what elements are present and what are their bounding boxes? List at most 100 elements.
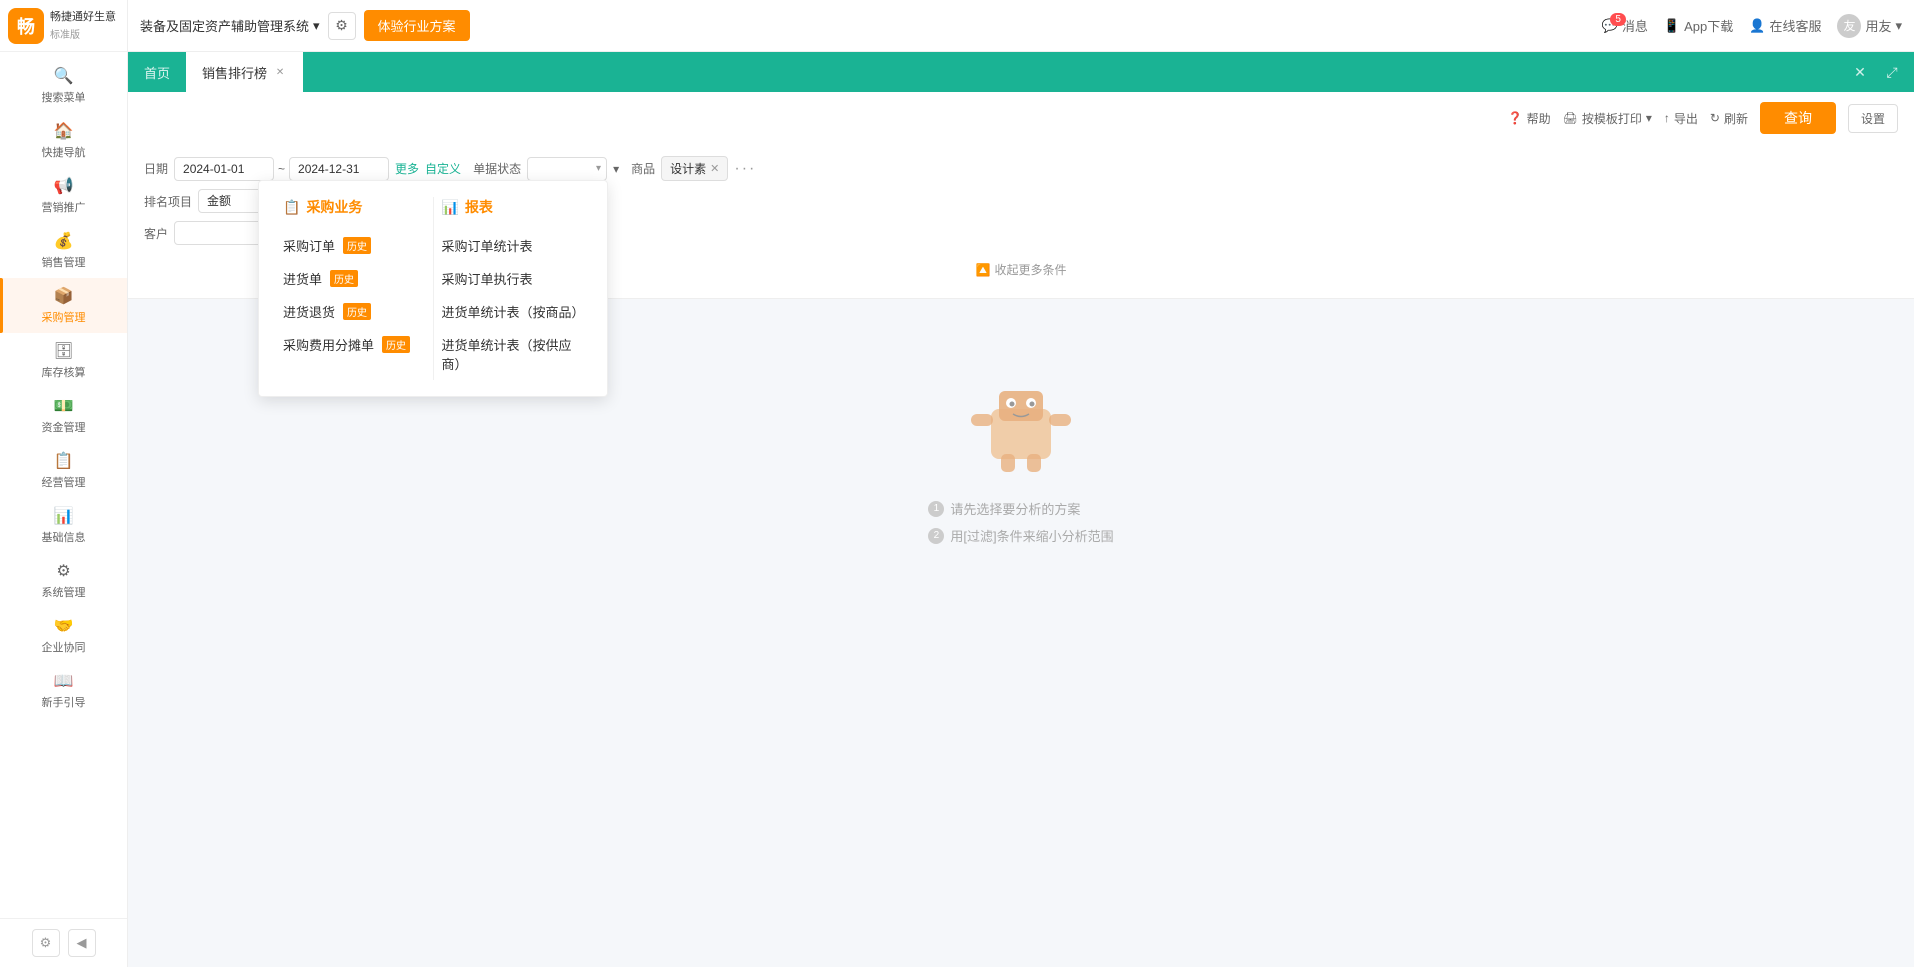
sidebar-settings-btn[interactable]: ⚙	[32, 929, 60, 957]
customer-label: 客户	[144, 225, 168, 242]
help-btn[interactable]: ❓ 帮助	[1508, 106, 1551, 131]
sidebar-item-operation[interactable]: 📋 经营管理	[0, 443, 127, 498]
report-col-title: 📊 报表	[442, 197, 584, 217]
refresh-label: 刷新	[1724, 110, 1748, 127]
purchase-label: 采购管理	[42, 309, 86, 325]
user-label: 用友	[1865, 16, 1891, 35]
search-icon: 🔍	[54, 66, 74, 86]
sidebar-item-marketing[interactable]: 📢 营销推广	[0, 168, 127, 223]
print-label: 按模板打印	[1582, 110, 1642, 127]
system-title: 装备及固定资产辅助管理系统	[140, 16, 309, 35]
tab-close-icon[interactable]: ✕	[273, 65, 287, 79]
sidebar-item-sales[interactable]: 💰 销售管理	[0, 223, 127, 278]
sidebar-item-fund[interactable]: 💵 资金管理	[0, 388, 127, 443]
online-service-btn[interactable]: 👤 在线客服	[1749, 16, 1821, 35]
purchase-col-title: 📋 采购业务	[283, 197, 425, 217]
logo-title: 畅捷通好生意	[50, 10, 116, 25]
sidebar-item-search[interactable]: 🔍 搜索菜单	[0, 58, 127, 113]
message-badge: 5	[1610, 13, 1626, 26]
date-custom-link[interactable]: 自定义	[425, 160, 461, 177]
sidebar: 畅 畅捷通好生意 标准版 🔍 搜索菜单 🏠 快捷导航 📢 营销推广 💰 销售管理…	[0, 0, 128, 967]
empty-tips: 1 请先选择要分析的方案 2 用[过滤]条件来缩小分析范围	[928, 499, 1113, 545]
dropdown-item-return[interactable]: 进货退货 历史	[283, 295, 425, 328]
dropdown-item-report-4[interactable]: 进货单统计表（按供应商）	[442, 328, 584, 380]
dropdown-item-report-1[interactable]: 采购订单统计表	[442, 229, 584, 262]
sidebar-item-guide[interactable]: 📖 新手引导	[0, 663, 127, 718]
return-history: 历史	[343, 303, 371, 320]
topbar: 装备及固定资产辅助管理系统 ▾ ⚙ 体验行业方案 💬 5 消息 📱 App下载 …	[128, 0, 1914, 52]
goods-tag-value: 设计素	[670, 160, 706, 177]
date-filter: 日期 ~ 更多 自定义	[144, 157, 461, 181]
filter-row-1: 日期 ~ 更多 自定义 单据状态	[144, 156, 1898, 181]
content-area: ❓ 帮助 🖨 按模板打印 ▾ ↑ 导出 ↻ 刷新 查询 设置	[128, 92, 1914, 967]
marketing-icon: 📢	[54, 176, 74, 196]
dropdown-item-expense[interactable]: 采购费用分摊单 历史	[283, 328, 425, 361]
corp-label: 企业协同	[42, 639, 86, 655]
order-status-select[interactable]	[527, 157, 607, 181]
order-status-filter: 单据状态 ▾	[473, 157, 619, 181]
return-label: 进货退货	[283, 302, 335, 321]
date-end-input[interactable]	[289, 157, 389, 181]
purchase-dropdown-menu: 📋 采购业务 采购订单 历史 进货单 历史 进货退货 历史 采购费用分摊单	[258, 180, 608, 397]
purchase-order-label: 采购订单	[283, 236, 335, 255]
query-btn[interactable]: 查询	[1760, 102, 1836, 134]
collapse-up-icon: 🔼	[976, 263, 991, 277]
dropdown-item-purchase-order[interactable]: 采购订单 历史	[283, 229, 425, 262]
date-start-input[interactable]	[174, 157, 274, 181]
refresh-btn[interactable]: ↻ 刷新	[1710, 106, 1748, 131]
print-btn[interactable]: 🖨 按模板打印 ▾	[1563, 106, 1652, 131]
print-arrow: ▾	[1646, 111, 1652, 125]
tab-window-close-btn[interactable]: ✕	[1846, 58, 1874, 86]
guide-icon: 📖	[54, 671, 74, 691]
user-dropdown-icon: ▾	[1895, 18, 1902, 34]
tabbar: 首页 销售排行榜 ✕ ✕ ⤢	[128, 52, 1914, 92]
dropdown-purchase-col: 📋 采购业务 采购订单 历史 进货单 历史 进货退货 历史 采购费用分摊单	[275, 197, 433, 380]
corp-icon: 🤝	[54, 616, 74, 636]
sidebar-item-system[interactable]: ⚙ 系统管理	[0, 553, 127, 608]
tab-sales-rank[interactable]: 销售排行榜 ✕	[186, 52, 303, 92]
user-avatar: 友	[1837, 14, 1861, 38]
purchase-order-history: 历史	[343, 237, 371, 254]
basic-label: 基础信息	[42, 529, 86, 545]
export-btn[interactable]: ↑ 导出	[1664, 106, 1698, 131]
operation-label: 经营管理	[42, 474, 86, 490]
fund-label: 资金管理	[42, 419, 86, 435]
goods-dots[interactable]: ···	[734, 160, 756, 178]
user-btn[interactable]: 友 用友 ▾	[1837, 14, 1902, 38]
goods-tag-close[interactable]: ✕	[710, 162, 719, 175]
expense-label: 采购费用分摊单	[283, 335, 374, 354]
tab-home[interactable]: 首页	[128, 52, 186, 92]
dropdown-item-inbound[interactable]: 进货单 历史	[283, 262, 425, 295]
date-more-link[interactable]: 更多	[395, 160, 419, 177]
sidebar-item-inventory[interactable]: 🗄 库存核算	[0, 333, 127, 388]
sidebar-item-corp[interactable]: 🤝 企业协同	[0, 608, 127, 663]
sidebar-item-quicknav[interactable]: 🏠 快捷导航	[0, 113, 127, 168]
dropdown-item-report-2[interactable]: 采购订单执行表	[442, 262, 584, 295]
online-service-label: 在线客服	[1769, 16, 1821, 35]
filter-settings-btn[interactable]: 设置	[1848, 104, 1898, 133]
report-col-icon: 📊	[442, 199, 459, 216]
sidebar-collapse-btn[interactable]: ◀	[68, 929, 96, 957]
topbar-settings-btn[interactable]: ⚙	[328, 12, 356, 40]
inbound-label: 进货单	[283, 269, 322, 288]
dropdown-arrow-icon: ▾	[313, 18, 320, 34]
app-download-label: App下载	[1684, 16, 1733, 35]
inbound-history: 历史	[330, 270, 358, 287]
system-title-dropdown[interactable]: 装备及固定资产辅助管理系统 ▾	[140, 16, 320, 35]
industry-btn[interactable]: 体验行业方案	[364, 10, 470, 41]
sidebar-item-purchase[interactable]: 📦 采购管理	[0, 278, 127, 333]
goods-label: 商品	[631, 160, 655, 177]
inventory-icon: 🗄	[53, 341, 73, 361]
rank-label: 排名项目	[144, 193, 192, 210]
order-status-label: 单据状态	[473, 160, 521, 177]
export-label: 导出	[1674, 110, 1698, 127]
dropdown-item-report-3[interactable]: 进货单统计表（按商品）	[442, 295, 584, 328]
search-label: 搜索菜单	[42, 89, 86, 105]
report-2-label: 采购订单执行表	[442, 269, 533, 288]
phone-icon: 📱	[1664, 18, 1680, 34]
message-btn[interactable]: 💬 5 消息	[1602, 16, 1648, 35]
tab-home-label: 首页	[144, 63, 170, 82]
app-download-btn[interactable]: 📱 App下载	[1664, 16, 1733, 35]
sidebar-item-basic[interactable]: 📊 基础信息	[0, 498, 127, 553]
tab-expand-btn[interactable]: ⤢	[1878, 58, 1906, 86]
